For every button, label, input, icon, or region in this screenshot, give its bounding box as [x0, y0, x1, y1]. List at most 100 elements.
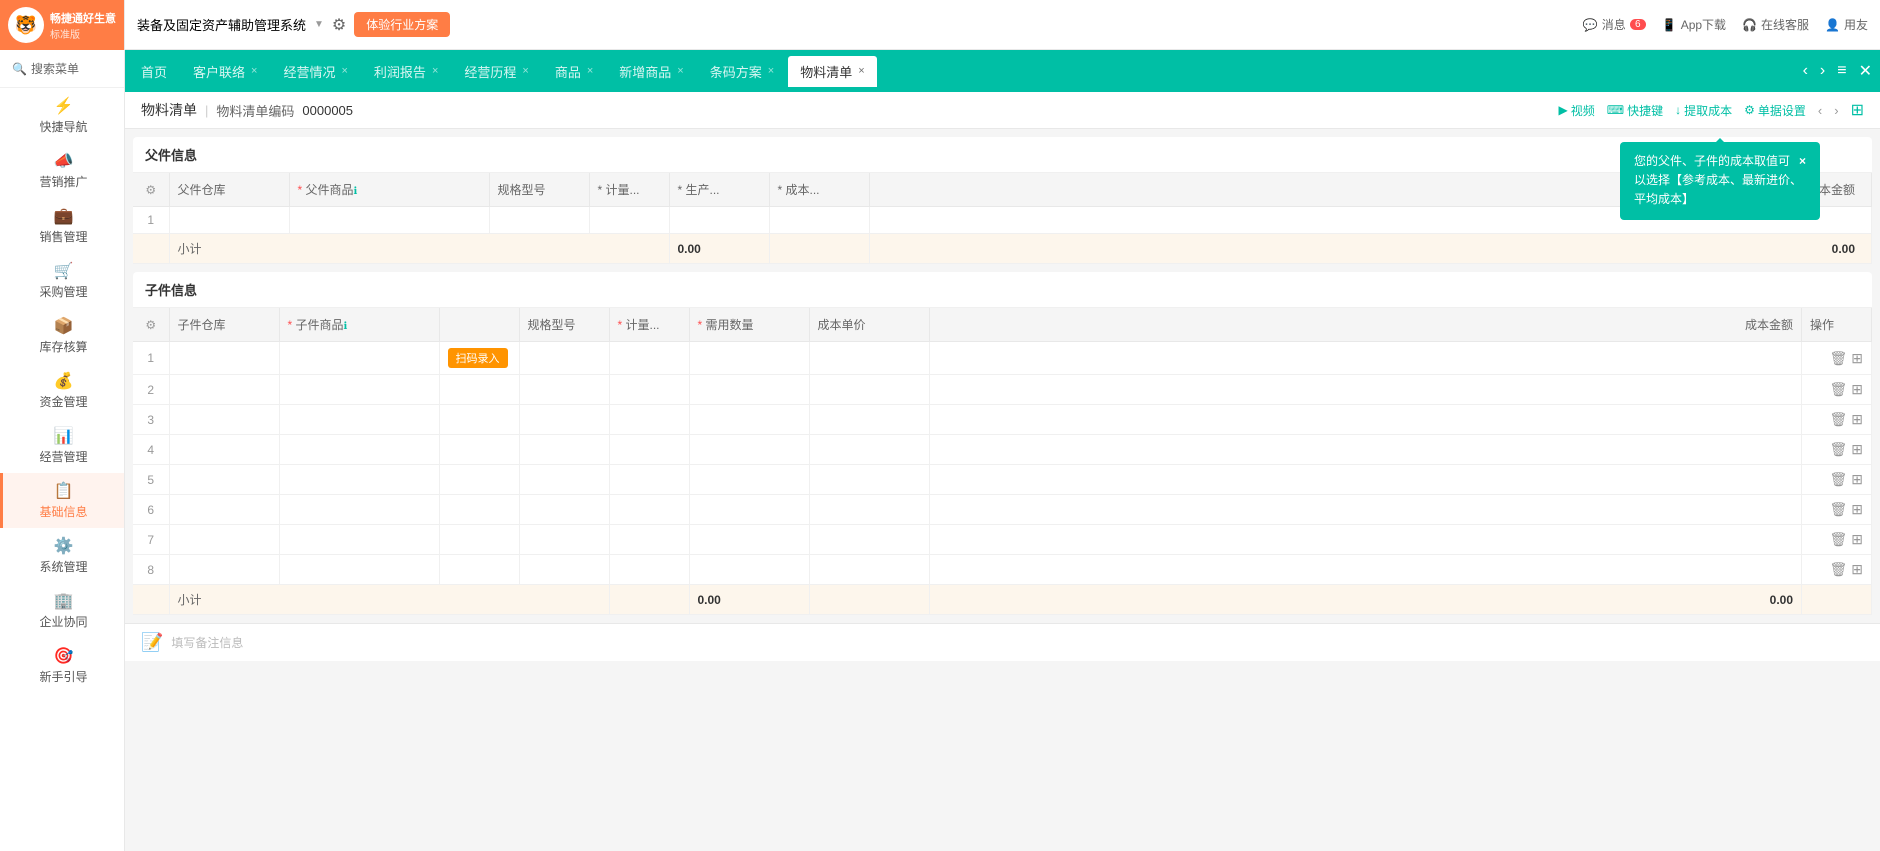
child-row-8-warehouse[interactable]	[169, 555, 279, 585]
child-row-4-unit-cost[interactable]	[809, 435, 929, 465]
app-download-button[interactable]: 📱 App下载	[1662, 16, 1726, 33]
child-row-2-unit[interactable]	[609, 375, 689, 405]
child-row-5-spec[interactable]	[519, 465, 609, 495]
child-row-5-unit-cost[interactable]	[809, 465, 929, 495]
child-row-6-unit[interactable]	[609, 495, 689, 525]
child-row-4-quantity[interactable]	[689, 435, 809, 465]
child-row-7-unit[interactable]	[609, 525, 689, 555]
delete-icon-4[interactable]: 🗑	[1829, 441, 1847, 458]
parent-col-settings[interactable]: ⚙	[133, 173, 169, 207]
tab-new-goods[interactable]: 新增商品 ×	[607, 56, 695, 87]
delete-icon-5[interactable]: 🗑	[1829, 471, 1847, 488]
tab-barcode[interactable]: 条码方案 ×	[698, 56, 786, 87]
delete-icon-3[interactable]: 🗑	[1829, 411, 1847, 428]
delete-icon-8[interactable]: 🗑	[1829, 561, 1847, 578]
parent-row-1-goods[interactable]	[289, 207, 489, 234]
tab-customer[interactable]: 客户联络 ×	[181, 56, 269, 87]
parent-row-1-spec[interactable]	[489, 207, 589, 234]
sidebar-item-guide[interactable]: 🎯 新手引导	[0, 638, 124, 693]
child-row-2-unit-cost[interactable]	[809, 375, 929, 405]
child-row-6-spec[interactable]	[519, 495, 609, 525]
tab-profit-close[interactable]: ×	[432, 65, 438, 77]
child-row-4-goods[interactable]	[279, 435, 439, 465]
user-button[interactable]: 👤 用友	[1825, 16, 1868, 33]
child-row-5-quantity[interactable]	[689, 465, 809, 495]
child-row-5-warehouse[interactable]	[169, 465, 279, 495]
single-settings-button[interactable]: ⚙ 单据设置	[1744, 102, 1806, 119]
child-row-3-unit-cost[interactable]	[809, 405, 929, 435]
child-row-3-spec[interactable]	[519, 405, 609, 435]
child-row-4-spec[interactable]	[519, 435, 609, 465]
child-row-8-spec[interactable]	[519, 555, 609, 585]
parent-row-1-cost[interactable]	[769, 207, 869, 234]
child-row-1-warehouse[interactable]	[169, 342, 279, 375]
note-placeholder[interactable]: 填写备注信息	[171, 634, 243, 651]
system-dropdown-icon[interactable]: ▼	[314, 19, 324, 30]
nav-menu-icon[interactable]: ≡	[1833, 58, 1850, 84]
copy-icon-6[interactable]: ⊞	[1851, 501, 1863, 518]
child-row-6-goods[interactable]	[279, 495, 439, 525]
nav-next-page-icon[interactable]: ›	[1834, 103, 1838, 118]
child-row-2-cost-amount[interactable]	[929, 375, 1802, 405]
sidebar-item-basic[interactable]: 📋 基础信息	[0, 473, 124, 528]
copy-icon-7[interactable]: ⊞	[1851, 531, 1863, 548]
experience-button[interactable]: 体验行业方案	[354, 12, 450, 37]
sidebar-item-quick-nav[interactable]: ⚡ 快捷导航	[0, 88, 124, 143]
delete-icon-1[interactable]: 🗑	[1829, 350, 1847, 367]
child-row-6-cost-amount[interactable]	[929, 495, 1802, 525]
child-row-4-warehouse[interactable]	[169, 435, 279, 465]
sidebar-logo[interactable]: 🐯 畅捷通好生意 标准版	[0, 0, 124, 50]
child-row-7-spec[interactable]	[519, 525, 609, 555]
settings-icon[interactable]: ⚙	[332, 15, 346, 35]
child-row-3-cost-amount[interactable]	[929, 405, 1802, 435]
child-row-1-unit[interactable]	[609, 342, 689, 375]
copy-icon-4[interactable]: ⊞	[1851, 441, 1863, 458]
copy-icon-5[interactable]: ⊞	[1851, 471, 1863, 488]
child-row-1-unit-cost[interactable]	[809, 342, 929, 375]
delete-icon-2[interactable]: 🗑	[1829, 381, 1847, 398]
child-row-3-warehouse[interactable]	[169, 405, 279, 435]
child-row-1-spec[interactable]	[519, 342, 609, 375]
copy-icon-1[interactable]: ⊞	[1851, 350, 1863, 367]
child-row-7-cost-amount[interactable]	[929, 525, 1802, 555]
scan-button[interactable]: 扫码录入	[448, 348, 508, 368]
child-row-8-quantity[interactable]	[689, 555, 809, 585]
delete-icon-7[interactable]: 🗑	[1829, 531, 1847, 548]
tab-operations-close[interactable]: ×	[341, 65, 347, 77]
tab-bom-close[interactable]: ×	[858, 65, 864, 77]
grid-view-icon[interactable]: ⊞	[1851, 100, 1864, 120]
child-row-5-goods[interactable]	[279, 465, 439, 495]
child-row-7-warehouse[interactable]	[169, 525, 279, 555]
child-row-4-unit[interactable]	[609, 435, 689, 465]
child-row-6-warehouse[interactable]	[169, 495, 279, 525]
tab-barcode-close[interactable]: ×	[768, 65, 774, 77]
child-row-4-cost-amount[interactable]	[929, 435, 1802, 465]
child-row-8-unit[interactable]	[609, 555, 689, 585]
sidebar-item-operations[interactable]: 📊 经营管理	[0, 418, 124, 473]
child-col-settings[interactable]: ⚙	[133, 308, 169, 342]
nav-next-icon[interactable]: ›	[1816, 58, 1829, 84]
child-row-3-goods[interactable]	[279, 405, 439, 435]
parent-row-1-unit[interactable]	[589, 207, 669, 234]
tab-operations[interactable]: 经营情况 ×	[271, 56, 359, 87]
parent-row-1-produce[interactable]	[669, 207, 769, 234]
child-row-2-spec[interactable]	[519, 375, 609, 405]
child-row-3-unit[interactable]	[609, 405, 689, 435]
sidebar-item-purchase[interactable]: 🛒 采购管理	[0, 253, 124, 308]
tab-bom[interactable]: 物料清单 ×	[788, 56, 876, 87]
search-button[interactable]: 🔍 搜索菜单	[8, 56, 116, 81]
tab-history[interactable]: 经营历程 ×	[452, 56, 540, 87]
child-row-1-goods[interactable]	[279, 342, 439, 375]
sidebar-item-sales[interactable]: 💼 销售管理	[0, 198, 124, 253]
tab-customer-close[interactable]: ×	[251, 65, 257, 77]
sidebar-item-inventory[interactable]: 📦 库存核算	[0, 308, 124, 363]
sidebar-search[interactable]: 🔍 搜索菜单	[0, 50, 124, 88]
tab-home[interactable]: 首页	[129, 56, 179, 87]
child-row-7-unit-cost[interactable]	[809, 525, 929, 555]
tab-history-close[interactable]: ×	[522, 65, 528, 77]
sidebar-item-system[interactable]: ⚙️ 系统管理	[0, 528, 124, 583]
tooltip-close-button[interactable]: ×	[1799, 152, 1806, 171]
child-row-6-unit-cost[interactable]	[809, 495, 929, 525]
extract-cost-button[interactable]: ↓ 提取成本	[1675, 102, 1732, 119]
child-row-5-unit[interactable]	[609, 465, 689, 495]
